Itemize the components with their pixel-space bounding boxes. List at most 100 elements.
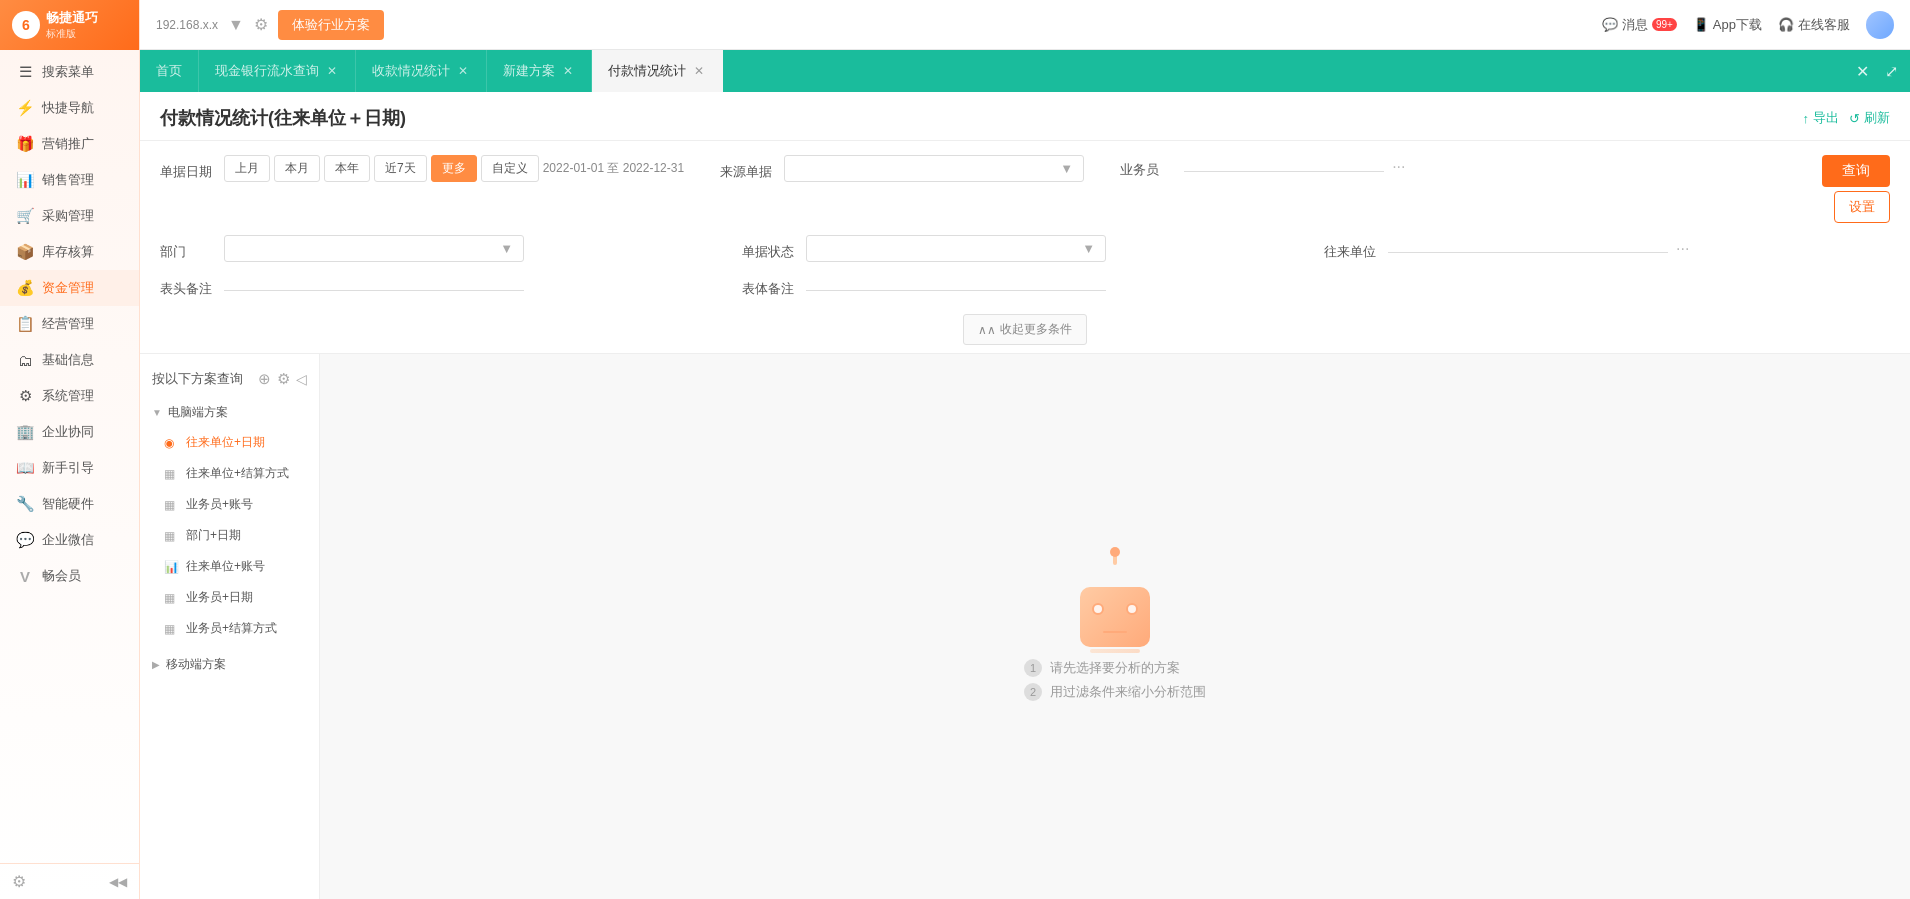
tab-new-scheme-close[interactable]: ✕	[561, 62, 575, 80]
refresh-icon: ↺	[1849, 111, 1860, 126]
tabbar-expand-btn[interactable]: ⤢	[1881, 58, 1902, 85]
topbar-gear-icon[interactable]: ▼	[228, 16, 244, 34]
sidebar-item-member[interactable]: V 畅会员	[0, 558, 139, 594]
message-badge: 99+	[1652, 18, 1677, 31]
tabbar-actions: ✕ ⤢	[1844, 50, 1910, 92]
finance-icon: 💰	[16, 279, 34, 297]
trial-btn[interactable]: 体验行业方案	[278, 10, 384, 40]
tab-payment-stats[interactable]: 付款情况统计 ✕	[592, 50, 723, 92]
system-icon: ⚙	[16, 387, 34, 405]
date-this-month-btn[interactable]: 本月	[274, 155, 320, 182]
app-title-block: 畅捷通巧 标准版	[46, 9, 98, 41]
scheme-table-icon-5: ▦	[164, 622, 178, 636]
page-header: 付款情况统计(往来单位＋日期) ↑ 导出 ↺ 刷新	[140, 92, 1910, 141]
tab-receivable-close[interactable]: ✕	[456, 62, 470, 80]
header-note-label: 表头备注	[160, 274, 216, 298]
sidebar-item-label: 企业微信	[42, 531, 94, 549]
scheme-item-counterparty-account[interactable]: 📊 往来单位+账号	[140, 551, 319, 582]
date-last-month-btn[interactable]: 上月	[224, 155, 270, 182]
scheme-item-staff-settlement[interactable]: ▦ 业务员+结算方式	[140, 613, 319, 644]
date-custom-btn[interactable]: 自定义	[481, 155, 539, 182]
dept-select[interactable]: ▼	[224, 235, 524, 262]
scheme-item-counterparty-date[interactable]: ◉ 往来单位+日期	[140, 427, 319, 458]
source-filter-label: 来源单据	[720, 157, 776, 181]
guide-icon: 📖	[16, 459, 34, 477]
tab-new-scheme[interactable]: 新建方案 ✕	[487, 50, 592, 92]
message-btn[interactable]: 💬 消息 99+	[1602, 16, 1677, 34]
header-note-input[interactable]	[224, 282, 524, 291]
sidebar-item-purchase[interactable]: 🛒 采购管理	[0, 198, 139, 234]
scheme-item-label: 业务员+日期	[186, 589, 253, 606]
topbar-settings-icon[interactable]: ⚙	[254, 15, 268, 34]
collapse-filter-btn[interactable]: ∧∧ 收起更多条件	[963, 314, 1087, 345]
filter-settings-btn[interactable]: 设置	[1834, 191, 1890, 223]
empty-step-1: 1 请先选择要分析的方案	[1024, 659, 1206, 677]
scheme-sidebar: 按以下方案查询 ⊕ ⚙ ◁ ▼ 电脑端方案 ◉ 往来单位+日期	[140, 354, 320, 899]
body-note-input[interactable]	[806, 282, 1106, 291]
tab-home-label: 首页	[156, 62, 182, 80]
sidebar-item-label: 畅会员	[42, 567, 81, 585]
scheme-group-mobile-header[interactable]: ▶ 移动端方案	[140, 650, 319, 679]
scheme-table-icon: ▦	[164, 467, 178, 481]
sidebar: 6 畅捷通巧 标准版 ☰ 搜索菜单 ⚡ 快捷导航 🎁 营销推广 📊 销售管理 🛒…	[0, 0, 140, 899]
sidebar-item-hardware[interactable]: 🔧 智能硬件	[0, 486, 139, 522]
scheme-group-desktop-header[interactable]: ▼ 电脑端方案	[140, 398, 319, 427]
scheme-item-staff-account[interactable]: ▦ 业务员+账号	[140, 489, 319, 520]
staff-filter-label: 业务员	[1120, 155, 1176, 179]
tabbar-close-btn[interactable]: ✕	[1852, 58, 1873, 85]
tab-bank-flow[interactable]: 现金银行流水查询 ✕	[199, 50, 356, 92]
scheme-item-label: 往来单位+日期	[186, 434, 265, 451]
tab-payment-stats-close[interactable]: ✕	[692, 62, 706, 80]
tab-bank-flow-close[interactable]: ✕	[325, 62, 339, 80]
scheme-item-staff-date[interactable]: ▦ 业务员+日期	[140, 582, 319, 613]
online-service-btn[interactable]: 🎧 在线客服	[1778, 16, 1850, 34]
settings-footer-icon[interactable]: ⚙	[12, 872, 26, 891]
empty-text-block: 1 请先选择要分析的方案 2 用过滤条件来缩小分析范围	[1024, 659, 1206, 707]
collapse-sidebar-icon[interactable]: ◀◀	[109, 875, 127, 889]
topbar-breadcrumb: 192.168.x.x	[156, 18, 218, 32]
scheme-collapse-icon[interactable]: ◁	[296, 371, 307, 387]
sidebar-item-wechat[interactable]: 💬 企业微信	[0, 522, 139, 558]
topbar-left: 192.168.x.x ▼ ⚙ 体验行业方案	[156, 10, 384, 40]
scheme-group-mobile: ▶ 移动端方案	[140, 650, 319, 679]
date-more-btn[interactable]: 更多	[431, 155, 477, 182]
sidebar-item-inventory[interactable]: 📦 库存核算	[0, 234, 139, 270]
counterparty-select-dots[interactable]: ···	[1676, 240, 1689, 258]
sidebar-item-system[interactable]: ⚙ 系统管理	[0, 378, 139, 414]
user-avatar[interactable]	[1866, 11, 1894, 39]
staff-select-dots[interactable]: ···	[1392, 158, 1405, 176]
scheme-gear-icon[interactable]: ⚙	[277, 370, 290, 388]
page-body: 按以下方案查询 ⊕ ⚙ ◁ ▼ 电脑端方案 ◉ 往来单位+日期	[140, 354, 1910, 899]
sidebar-item-sales[interactable]: 📊 销售管理	[0, 162, 139, 198]
sidebar-item-basic-info[interactable]: 🗂 基础信息	[0, 342, 139, 378]
sidebar-item-guide[interactable]: 📖 新手引导	[0, 450, 139, 486]
refresh-btn[interactable]: ↺ 刷新	[1849, 109, 1890, 127]
date-7days-btn[interactable]: 近7天	[374, 155, 427, 182]
sidebar-item-marketing[interactable]: 🎁 营销推广	[0, 126, 139, 162]
tab-receivable[interactable]: 收款情况统计 ✕	[356, 50, 487, 92]
message-icon: 💬	[1602, 17, 1618, 32]
app-download-btn[interactable]: 📱 App下载	[1693, 16, 1762, 34]
app-title: 畅捷通巧	[46, 9, 98, 27]
sidebar-item-enterprise[interactable]: 🏢 企业协同	[0, 414, 139, 450]
sidebar-item-finance[interactable]: 💰 资金管理	[0, 270, 139, 306]
scheme-add-icon[interactable]: ⊕	[258, 370, 271, 388]
sidebar-item-search-menu[interactable]: ☰ 搜索菜单	[0, 54, 139, 90]
scheme-group-desktop: ▼ 电脑端方案 ◉ 往来单位+日期 ▦ 往来单位+结算方式 ▦ 业务员+账号	[140, 398, 319, 644]
tab-home[interactable]: 首页	[140, 50, 199, 92]
source-select[interactable]: ▼	[784, 155, 1084, 182]
date-this-year-btn[interactable]: 本年	[324, 155, 370, 182]
query-btn[interactable]: 查询	[1822, 155, 1890, 187]
topbar: 192.168.x.x ▼ ⚙ 体验行业方案 💬 消息 99+ 📱 App下载 …	[140, 0, 1910, 50]
staff-input-area[interactable]	[1184, 163, 1384, 172]
voucher-status-select[interactable]: ▼	[806, 235, 1106, 262]
counterparty-input-area[interactable]	[1388, 244, 1668, 253]
tab-new-scheme-label: 新建方案	[503, 62, 555, 80]
scheme-bar-icon: 📊	[164, 560, 178, 574]
sidebar-item-operations[interactable]: 📋 经营管理	[0, 306, 139, 342]
scheme-item-dept-date[interactable]: ▦ 部门+日期	[140, 520, 319, 551]
sidebar-item-quick-nav[interactable]: ⚡ 快捷导航	[0, 90, 139, 126]
sidebar-nav: ☰ 搜索菜单 ⚡ 快捷导航 🎁 营销推广 📊 销售管理 🛒 采购管理 📦 库存核…	[0, 50, 139, 863]
scheme-item-counterparty-settlement[interactable]: ▦ 往来单位+结算方式	[140, 458, 319, 489]
export-btn[interactable]: ↑ 导出	[1803, 109, 1840, 127]
